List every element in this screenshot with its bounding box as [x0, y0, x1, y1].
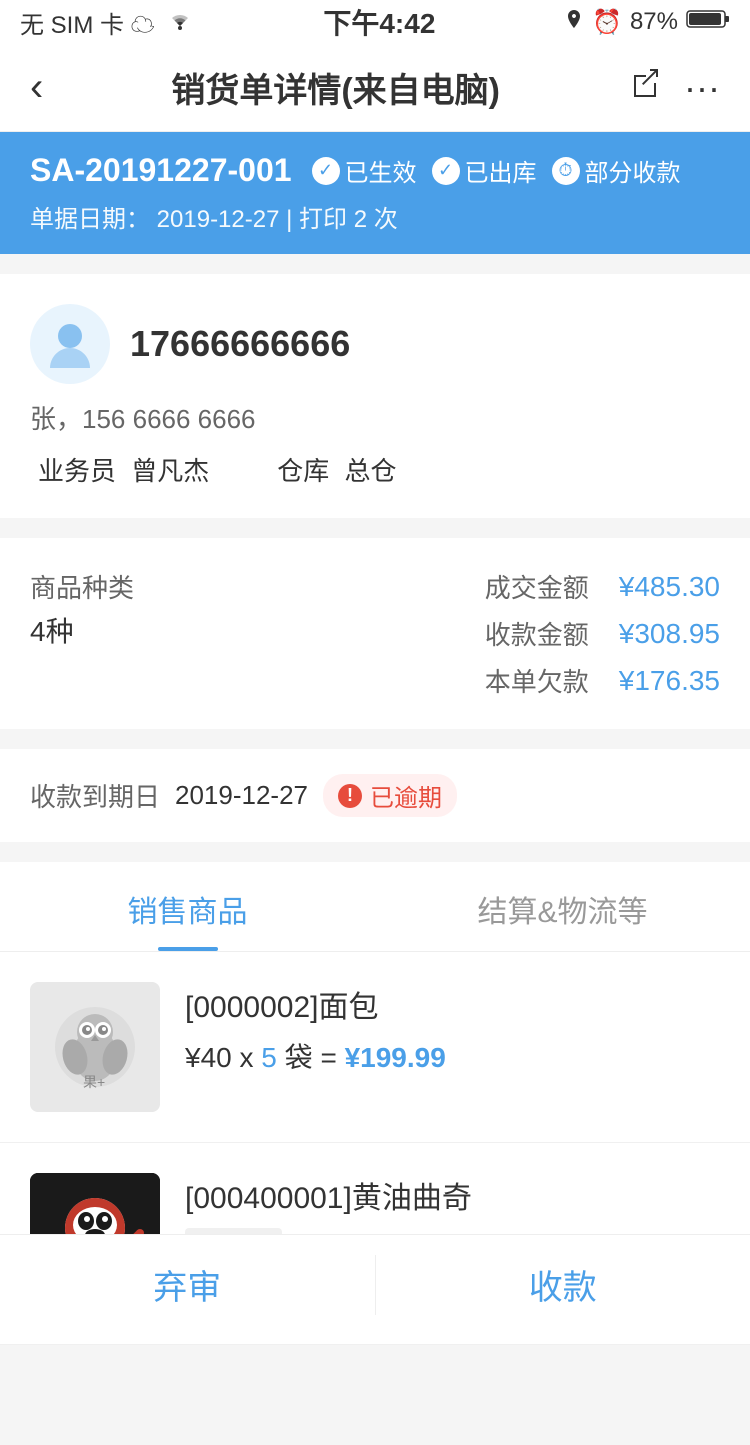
- nav-left: ‹: [30, 65, 43, 110]
- clock-icon: ⏱: [552, 157, 580, 185]
- transaction-amount: ¥485.30: [619, 571, 720, 603]
- customer-section: 17666666666 张，156 6666 6666 业务员 曾凡杰 仓库 总…: [0, 274, 750, 518]
- overdue-text: 已逾期: [370, 778, 442, 813]
- collected-amount: ¥308.95: [619, 618, 720, 650]
- product-qty-1: 5: [261, 1042, 277, 1073]
- tab-settlement[interactable]: 结算&物流等: [375, 862, 750, 951]
- date-label: 单据日期：: [30, 206, 150, 233]
- back-button[interactable]: ‹: [30, 65, 43, 110]
- location-icon: [564, 8, 584, 37]
- tab-sales-label: 销售商品: [128, 896, 248, 929]
- order-header-top: SA-20191227-001 ✓ 已生效 ✓ 已出库 ⏱ 部分收款: [30, 152, 720, 189]
- badge-activated: ✓ 已生效: [312, 153, 417, 188]
- alarm-icon: ⏰: [592, 8, 622, 37]
- collected-label: 收款金额: [485, 615, 589, 652]
- transaction-label: 成交金额: [485, 568, 589, 605]
- customer-top: 17666666666: [30, 304, 720, 384]
- customer-sub: 张，156 6666 6666: [30, 399, 720, 436]
- more-button[interactable]: ···: [684, 67, 720, 109]
- overdue-icon: !: [338, 784, 362, 808]
- check-icon-2: ✓: [432, 157, 460, 185]
- share-button[interactable]: [628, 65, 664, 110]
- print-suffix: 次: [374, 206, 398, 233]
- status-left: 无 SIM 卡 ☁: [20, 5, 195, 40]
- order-date: 单据日期： 2019-12-27 | 打印 2 次: [30, 199, 720, 234]
- overdue-badge: ! 已逾期: [323, 774, 457, 817]
- page-title: 销货单详情(来自电脑): [171, 63, 500, 112]
- sales-person: 业务员 曾凡杰: [30, 451, 209, 488]
- debt-label: 本单欠款: [485, 662, 589, 699]
- bottom-bar: 弃审 收款: [0, 1234, 750, 1334]
- product-multiply-1: x: [240, 1042, 262, 1073]
- stats-right: 成交金额 ¥485.30 收款金额 ¥308.95 本单欠款 ¥176.35: [485, 568, 720, 699]
- status-badges: ✓ 已生效 ✓ 已出库 ⏱ 部分收款: [312, 153, 681, 188]
- sales-person-label: 业务员: [38, 456, 116, 486]
- product-unit-price-1: ¥40: [185, 1042, 232, 1073]
- check-icon-1: ✓: [312, 157, 340, 185]
- nav-right: ···: [628, 65, 720, 110]
- category-label: 商品种类: [30, 568, 134, 605]
- warehouse-value: 总仓: [345, 456, 397, 486]
- collected-row: 收款金额 ¥308.95: [485, 615, 720, 652]
- status-bar: 无 SIM 卡 ☁ 下午4:42 ⏰ 87%: [0, 0, 750, 44]
- badge-partial-label: 部分收款: [585, 153, 681, 188]
- product-equals-1: =: [320, 1042, 344, 1073]
- svg-text:果+: 果+: [83, 1074, 105, 1090]
- customer-id: 17666666666: [130, 323, 350, 365]
- badge-shipped-label: 已出库: [465, 153, 537, 188]
- battery-icon: [686, 8, 730, 37]
- customer-info: 业务员 曾凡杰 仓库 总仓: [30, 451, 720, 488]
- tabs-header: 销售商品 结算&物流等: [0, 862, 750, 952]
- badge-shipped: ✓ 已出库: [432, 153, 537, 188]
- confirm-button[interactable]: 收款: [376, 1235, 750, 1334]
- stats-left: 商品种类 4种: [30, 568, 134, 650]
- warehouse-label: 仓库: [277, 456, 329, 486]
- product-unit-1: 袋: [285, 1042, 313, 1073]
- avatar: [30, 304, 110, 384]
- debt-amount: ¥176.35: [619, 665, 720, 697]
- order-id: SA-20191227-001: [30, 152, 292, 189]
- tab-sales-products[interactable]: 销售商品: [0, 862, 375, 951]
- debt-row: 本单欠款 ¥176.35: [485, 662, 720, 699]
- product-info-1: [0000002]面包 ¥40 x 5 袋 = ¥199.99: [185, 982, 720, 1076]
- due-section: 收款到期日 2019-12-27 ! 已逾期: [0, 749, 750, 842]
- category-count: 4种: [30, 610, 134, 650]
- print-label: | 打印: [286, 206, 347, 233]
- product-thumb-1: 果+: [30, 982, 160, 1112]
- product-price-1: ¥40 x 5 袋 = ¥199.99: [185, 1036, 720, 1076]
- product-name-2: [000400001]黄油曲奇: [185, 1173, 720, 1217]
- product-item-1: 果+ [0000002]面包 ¥40 x 5 袋 = ¥199.99: [0, 952, 750, 1143]
- product-name-1: [0000002]面包: [185, 982, 720, 1026]
- due-date-value: 2019-12-27: [175, 780, 308, 811]
- due-date-label: 收款到期日: [30, 777, 160, 814]
- status-time: 下午4:42: [323, 2, 435, 42]
- badge-activated-label: 已生效: [345, 153, 417, 188]
- transaction-row: 成交金额 ¥485.30: [485, 568, 720, 605]
- product-total-1: ¥199.99: [345, 1042, 446, 1073]
- order-header: SA-20191227-001 ✓ 已生效 ✓ 已出库 ⏱ 部分收款 单据日期：…: [0, 132, 750, 254]
- cancel-button[interactable]: 弃审: [0, 1235, 375, 1334]
- tab-settlement-label: 结算&物流等: [477, 896, 647, 929]
- sales-person-value: 曾凡杰: [131, 456, 209, 486]
- battery-text: 87%: [630, 8, 678, 36]
- print-count-value: 2: [354, 206, 367, 233]
- status-right: ⏰ 87%: [564, 8, 730, 37]
- signal-text: 无 SIM 卡 ☁: [20, 5, 155, 40]
- wifi-icon: [165, 8, 195, 37]
- badge-partial: ⏱ 部分收款: [552, 153, 681, 188]
- warehouse: 仓库 总仓: [269, 451, 396, 488]
- stats-section: 商品种类 4种 成交金额 ¥485.30 收款金额 ¥308.95 本单欠款 ¥…: [0, 538, 750, 729]
- nav-bar: ‹ 销货单详情(来自电脑) ···: [0, 44, 750, 132]
- date-value: 2019-12-27: [157, 206, 280, 233]
